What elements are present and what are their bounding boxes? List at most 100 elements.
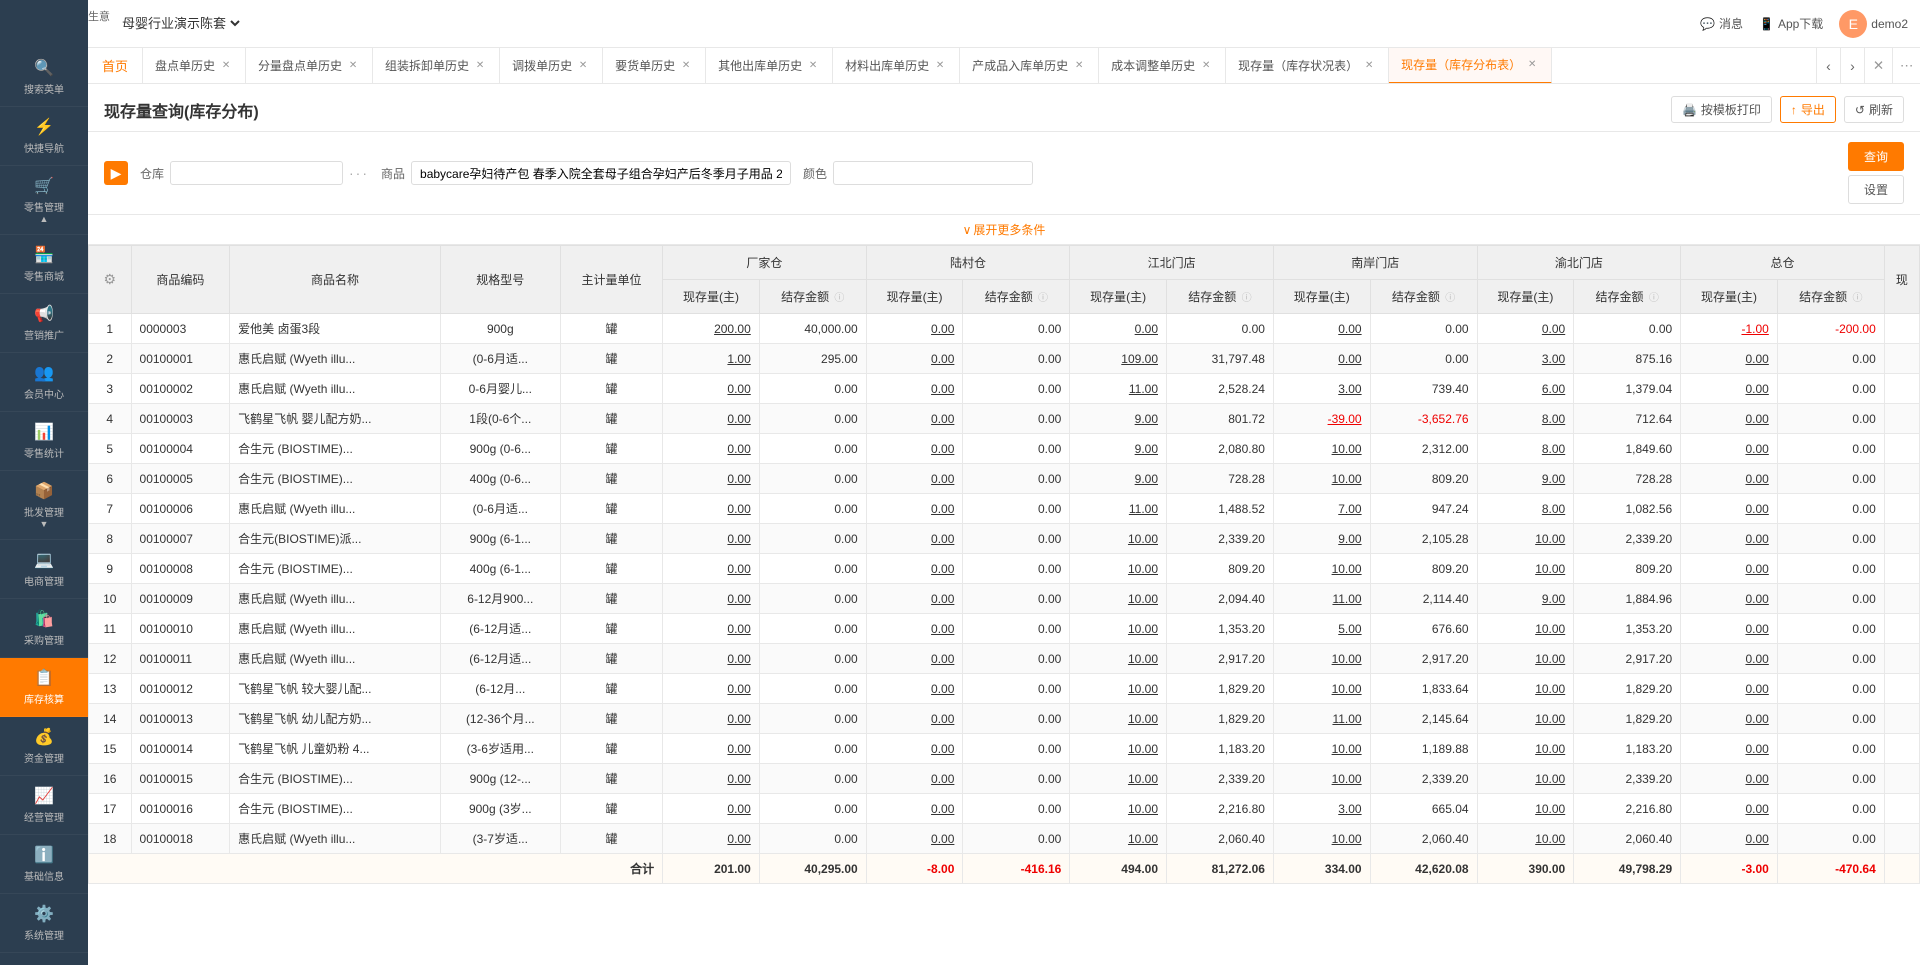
cell-total-qty[interactable]: 0.00 [1681, 704, 1778, 734]
cell-na-qty[interactable]: 11.00 [1273, 584, 1370, 614]
cell-lc-qty[interactable]: 0.00 [866, 794, 963, 824]
cell-na-qty[interactable]: 7.00 [1273, 494, 1370, 524]
tab-portion-stocktaking[interactable]: 分量盘点单历史 ✕ [246, 48, 373, 84]
cell-total-qty[interactable]: 0.00 [1681, 674, 1778, 704]
sidebar-item-inventory[interactable]: 📋 库存核算 [0, 658, 88, 717]
cell-total-qty[interactable]: 0.00 [1681, 614, 1778, 644]
cell-cj-qty[interactable]: 1.00 [663, 344, 760, 374]
close-tab-8[interactable]: ✕ [1072, 59, 1086, 73]
cell-yb-qty[interactable]: 10.00 [1477, 824, 1574, 854]
cell-total-qty[interactable]: 0.00 [1681, 584, 1778, 614]
cell-jb-qty[interactable]: 10.00 [1070, 584, 1167, 614]
sidebar-item-ecommerce[interactable]: 💻 电商管理 [0, 540, 88, 599]
cell-na-qty[interactable]: 0.00 [1273, 314, 1370, 344]
cell-lc-qty[interactable]: 0.00 [866, 314, 963, 344]
cell-cj-qty[interactable]: 0.00 [663, 674, 760, 704]
warehouse-input[interactable] [170, 161, 343, 185]
color-input[interactable] [833, 161, 1033, 185]
cell-total-qty[interactable]: 0.00 [1681, 374, 1778, 404]
cell-total-qty[interactable]: 0.00 [1681, 644, 1778, 674]
cell-jb-qty[interactable]: 9.00 [1070, 434, 1167, 464]
close-tab-9[interactable]: ✕ [1199, 59, 1213, 73]
cell-na-qty[interactable]: 11.00 [1273, 704, 1370, 734]
cell-jb-qty[interactable]: 10.00 [1070, 734, 1167, 764]
sidebar-item-retail-mgmt[interactable]: 🛒 零售管理 ▲ [0, 166, 88, 235]
cell-cj-qty[interactable]: 200.00 [663, 314, 760, 344]
cell-cj-qty[interactable]: 0.00 [663, 644, 760, 674]
cell-yb-qty[interactable]: 3.00 [1477, 344, 1574, 374]
close-tab-1[interactable]: ✕ [219, 59, 233, 73]
close-tab-11[interactable]: ✕ [1525, 58, 1539, 72]
close-tab-3[interactable]: ✕ [473, 59, 487, 73]
tab-other-outbound[interactable]: 其他出库单历史 ✕ [706, 48, 833, 84]
sidebar-item-retail-shop[interactable]: 🏪 零售商城 [0, 235, 88, 294]
settings-btn[interactable]: 设置 [1848, 175, 1904, 204]
cell-jb-qty[interactable]: 10.00 [1070, 674, 1167, 704]
cell-cj-qty[interactable]: 0.00 [663, 794, 760, 824]
cell-cj-qty[interactable]: 0.00 [663, 734, 760, 764]
cell-total-qty[interactable]: 0.00 [1681, 524, 1778, 554]
cell-jb-qty[interactable]: 10.00 [1070, 614, 1167, 644]
cell-lc-qty[interactable]: 0.00 [866, 824, 963, 854]
cell-yb-qty[interactable]: 10.00 [1477, 524, 1574, 554]
cell-yb-qty[interactable]: 10.00 [1477, 674, 1574, 704]
sidebar-item-enterprise[interactable]: 🤝 企业协同 [0, 953, 88, 965]
cell-na-qty[interactable]: 0.00 [1273, 344, 1370, 374]
cell-jb-qty[interactable]: 109.00 [1070, 344, 1167, 374]
tab-home[interactable]: 首页 [88, 48, 143, 84]
cell-lc-qty[interactable]: 0.00 [866, 674, 963, 704]
cell-jb-qty[interactable]: 10.00 [1070, 644, 1167, 674]
sidebar-item-base[interactable]: ℹ️ 基础信息 [0, 835, 88, 894]
cell-jb-qty[interactable]: 10.00 [1070, 794, 1167, 824]
app-download-btn[interactable]: 📱 App下载 [1759, 15, 1823, 32]
cell-cj-qty[interactable]: 0.00 [663, 404, 760, 434]
cell-cj-qty[interactable]: 0.00 [663, 524, 760, 554]
cell-lc-qty[interactable]: 0.00 [866, 764, 963, 794]
cell-jb-qty[interactable]: 0.00 [1070, 314, 1167, 344]
sidebar-item-finance[interactable]: 💰 资金管理 [0, 717, 88, 776]
cell-cj-qty[interactable]: 0.00 [663, 824, 760, 854]
filter-more-btn[interactable]: ∨ 展开更多条件 [963, 221, 1046, 238]
nav-next-btn[interactable]: › [1840, 48, 1864, 84]
th-settings[interactable]: ⚙ [89, 246, 132, 314]
sidebar-item-search[interactable]: 🔍 搜索英单 [0, 48, 88, 107]
cell-lc-qty[interactable]: 0.00 [866, 374, 963, 404]
cell-jb-qty[interactable]: 10.00 [1070, 764, 1167, 794]
sidebar-item-system[interactable]: ⚙️ 系统管理 [0, 894, 88, 953]
close-tab-7[interactable]: ✕ [933, 59, 947, 73]
nav-expand-btn[interactable]: ⋯ [1892, 48, 1920, 84]
cell-na-qty[interactable]: 10.00 [1273, 824, 1370, 854]
cell-yb-qty[interactable]: 10.00 [1477, 554, 1574, 584]
cell-na-qty[interactable]: 10.00 [1273, 734, 1370, 764]
cell-lc-qty[interactable]: 0.00 [866, 644, 963, 674]
cell-yb-qty[interactable]: 9.00 [1477, 584, 1574, 614]
cell-yb-qty[interactable]: 0.00 [1477, 314, 1574, 344]
cell-yb-qty[interactable]: 10.00 [1477, 734, 1574, 764]
cell-lc-qty[interactable]: 0.00 [866, 614, 963, 644]
refresh-btn[interactable]: ↺ 刷新 [1844, 96, 1904, 123]
cell-yb-qty[interactable]: 9.00 [1477, 464, 1574, 494]
cell-jb-qty[interactable]: 11.00 [1070, 374, 1167, 404]
export-btn[interactable]: ↑ 导出 [1780, 96, 1836, 123]
cell-lc-qty[interactable]: 0.00 [866, 494, 963, 524]
tab-stock-distribution[interactable]: 现存量（库存分布表） ✕ [1389, 48, 1552, 84]
filter-expand-btn[interactable]: ▶ [104, 161, 128, 185]
cell-yb-qty[interactable]: 10.00 [1477, 764, 1574, 794]
tab-material-out[interactable]: 材料出库单历史 ✕ [833, 48, 960, 84]
cell-cj-qty[interactable]: 0.00 [663, 434, 760, 464]
tab-requisition[interactable]: 要货单历史 ✕ [603, 48, 706, 84]
tab-stocktaking-history[interactable]: 盘点单历史 ✕ [143, 48, 246, 84]
org-selector[interactable]: 母婴行业演示陈套 [118, 15, 243, 32]
cell-lc-qty[interactable]: 0.00 [866, 704, 963, 734]
sidebar-item-purchase[interactable]: 🛍️ 采购管理 [0, 599, 88, 658]
cell-cj-qty[interactable]: 0.00 [663, 554, 760, 584]
tab-product-in[interactable]: 产成品入库单历史 ✕ [960, 48, 1099, 84]
cell-yb-qty[interactable]: 10.00 [1477, 794, 1574, 824]
cell-jb-qty[interactable]: 10.00 [1070, 824, 1167, 854]
cell-total-qty[interactable]: 0.00 [1681, 344, 1778, 374]
cell-cj-qty[interactable]: 0.00 [663, 704, 760, 734]
cell-na-qty[interactable]: 10.00 [1273, 434, 1370, 464]
cell-lc-qty[interactable]: 0.00 [866, 524, 963, 554]
cell-cj-qty[interactable]: 0.00 [663, 494, 760, 524]
cell-na-qty[interactable]: 10.00 [1273, 464, 1370, 494]
